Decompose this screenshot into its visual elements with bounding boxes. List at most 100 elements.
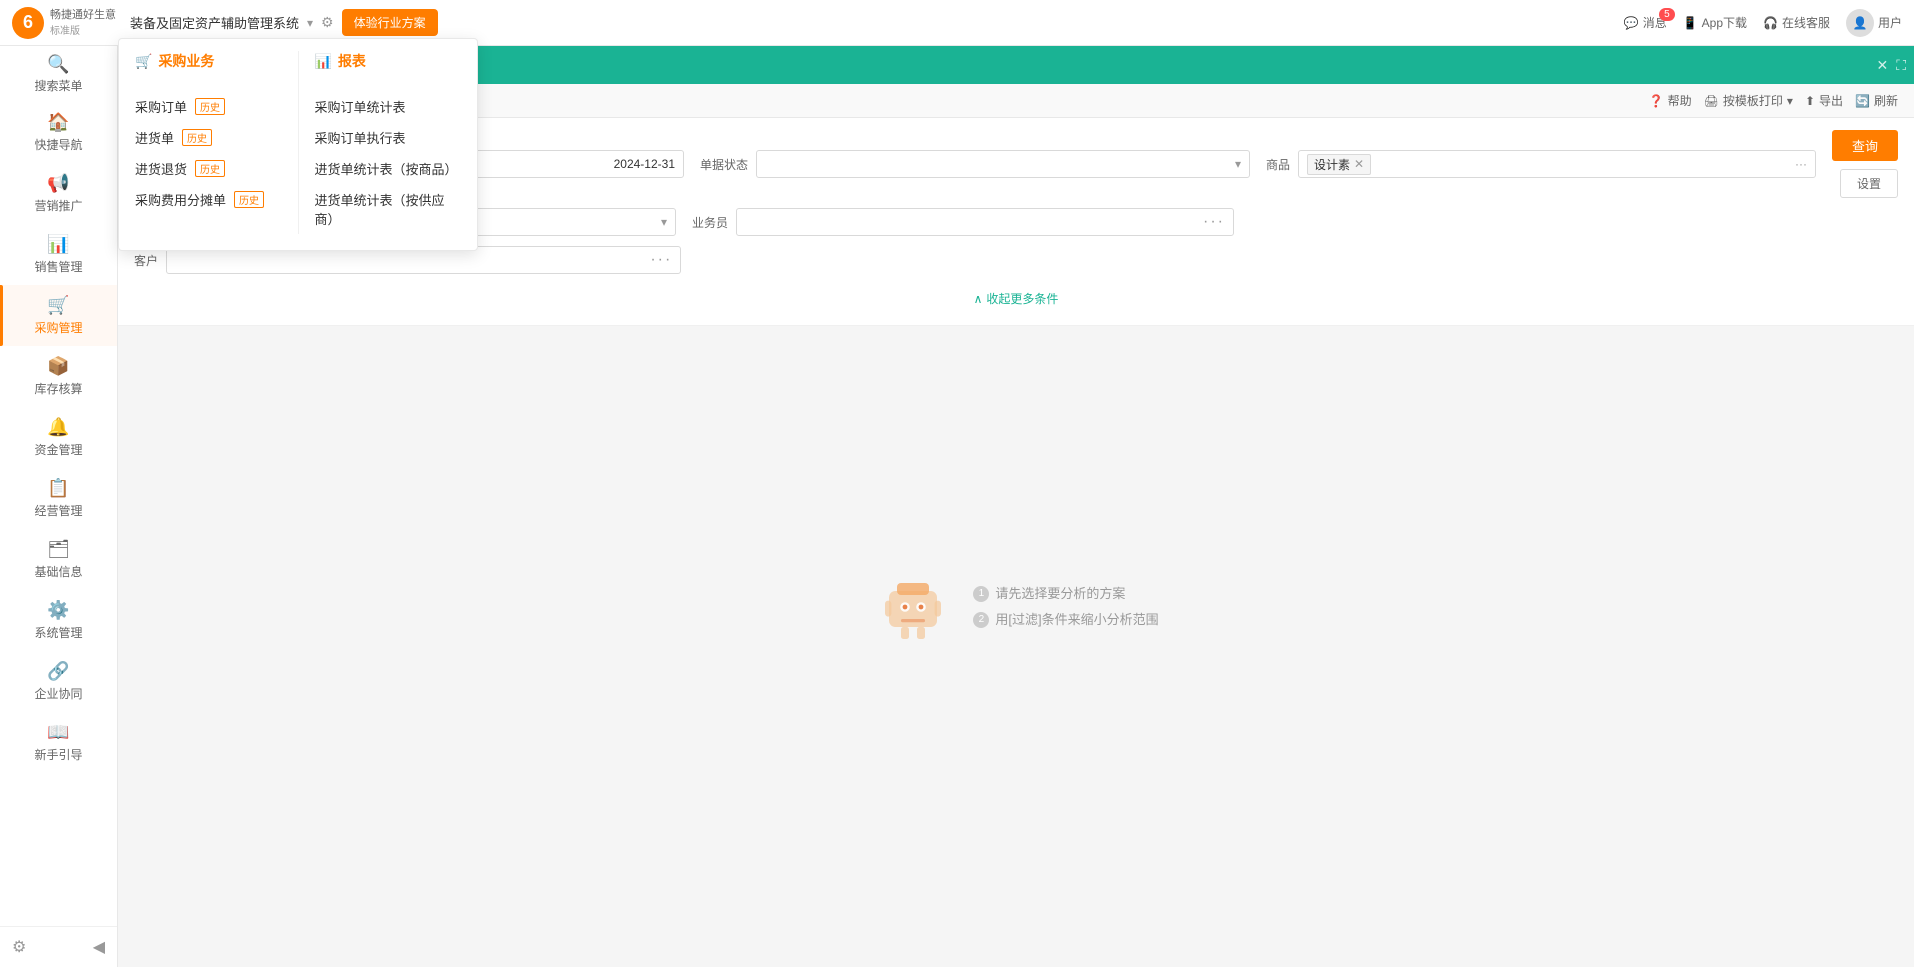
- marketing-icon: 📢: [47, 173, 69, 194]
- dropdown-item-goods-stats-by-supplier[interactable]: 进货单统计表（按供应商）: [315, 184, 462, 234]
- status-dropdown-icon[interactable]: ▾: [1235, 157, 1241, 171]
- set-btn[interactable]: 设置: [1840, 169, 1898, 198]
- report-col: 📊 报表 采购订单统计表 采购订单执行表 进货单统计表（按商品） 进货单统计表（…: [298, 51, 478, 234]
- print-dropdown-icon[interactable]: ▾: [1787, 94, 1793, 108]
- home-icon: 🏠: [47, 112, 69, 133]
- dropdown-item-goods-stats-by-goods[interactable]: 进货单统计表（按商品）: [315, 153, 462, 184]
- industry-btn[interactable]: 体验行业方案: [342, 9, 438, 36]
- hist-badge-purchase-expense[interactable]: 历史: [234, 191, 264, 208]
- user-area[interactable]: 👤 用户: [1846, 9, 1902, 37]
- empty-texts: 1 请先选择要分析的方案 2 用[过滤]条件来缩小分析范围: [973, 581, 1158, 633]
- export-btn[interactable]: ⬆ 导出: [1805, 92, 1843, 109]
- operation-icon: 📋: [47, 478, 69, 499]
- logo-title: 畅捷通好生意: [50, 8, 116, 22]
- online-service-btn[interactable]: 🎧 在线客服: [1763, 14, 1830, 31]
- goods-receipt-label: 进货单: [135, 128, 174, 147]
- sidebar-label-guide: 新手引导: [34, 746, 82, 763]
- logo-subtitle: 标准版: [50, 22, 116, 37]
- goods-tag-text: 设计素: [1314, 156, 1350, 173]
- logo-text-area: 畅捷通好生意 标准版: [50, 8, 116, 37]
- sidebar-label-system: 系统管理: [34, 624, 82, 641]
- refresh-icon: 🔄: [1855, 94, 1870, 108]
- customer-more-dots[interactable]: ···: [650, 251, 672, 269]
- tab-maximize-icon[interactable]: ⛶: [1896, 57, 1906, 74]
- sidebar-settings-icon[interactable]: ⚙: [12, 937, 26, 957]
- collapse-up-icon: ∧: [974, 292, 983, 306]
- collapse-btn[interactable]: ∧ 收起更多条件: [134, 284, 1898, 313]
- sidebar-item-sales[interactable]: 📊 销售管理: [0, 224, 117, 285]
- dropdown-item-purchase-order[interactable]: 采购订单 历史: [135, 91, 282, 122]
- sidebar-label-finance: 资金管理: [34, 441, 82, 458]
- dropdown-item-goods-return[interactable]: 进货退货 历史: [135, 153, 282, 184]
- sidebar-item-operation[interactable]: 📋 经营管理: [0, 468, 117, 529]
- salesman-input[interactable]: ···: [736, 208, 1234, 236]
- purchase-expense-label: 采购费用分摊单: [135, 190, 226, 209]
- logo-icon: 6: [12, 7, 44, 39]
- hist-badge-purchase-order[interactable]: 历史: [195, 98, 225, 115]
- purchase-business-header: 🛒 采购业务: [135, 51, 282, 79]
- goods-input[interactable]: 设计素 ✕ ···: [1298, 150, 1816, 178]
- purchase-order-exec-label: 采购订单执行表: [315, 128, 406, 147]
- settings-icon[interactable]: ⚙: [321, 14, 334, 31]
- sidebar-item-inventory[interactable]: 📦 库存核算: [0, 346, 117, 407]
- user-label: 用户: [1878, 14, 1902, 31]
- dropdown-item-purchase-expense[interactable]: 采购费用分摊单 历史: [135, 184, 282, 215]
- tab-right-icons: ✕ ⛶: [1876, 57, 1906, 74]
- rank-dropdown-icon[interactable]: ▾: [661, 215, 667, 229]
- sidebar-label-quick-nav: 快捷导航: [34, 136, 82, 153]
- sidebar-item-purchase[interactable]: 🛒 采购管理: [0, 285, 117, 346]
- app-download-btn[interactable]: 📱 App下载: [1683, 14, 1747, 31]
- message-btn[interactable]: 💬 消息 5: [1624, 14, 1667, 31]
- print-icon: 🖨: [1704, 94, 1719, 108]
- search-icon: 🔍: [47, 54, 69, 75]
- purchase-business-icon: 🛒: [135, 53, 152, 70]
- goods-more-dots[interactable]: ···: [1795, 157, 1807, 171]
- sidebar-item-guide[interactable]: 📖 新手引导: [0, 712, 117, 773]
- date-value: 2024-12-31: [614, 157, 675, 171]
- query-btn[interactable]: 查询: [1832, 130, 1898, 161]
- sidebar-label-inventory: 库存核算: [34, 380, 82, 397]
- empty-state: 1 请先选择要分析的方案 2 用[过滤]条件来缩小分析范围: [118, 326, 1914, 967]
- sidebar-item-marketing[interactable]: 📢 营销推广: [0, 163, 117, 224]
- purchase-business-title: 采购业务: [158, 51, 214, 71]
- status-label: 单据状态: [700, 156, 748, 173]
- goods-return-label: 进货退货: [135, 159, 187, 178]
- sidebar-collapse-icon[interactable]: ◀: [93, 937, 105, 957]
- report-icon: 📊: [315, 53, 332, 70]
- goods-stats-by-goods-label: 进货单统计表（按商品）: [315, 159, 458, 178]
- sidebar-label-search: 搜索菜单: [34, 77, 82, 94]
- status-input[interactable]: ▾: [756, 150, 1250, 178]
- filter-goods: 商品 设计素 ✕ ···: [1266, 150, 1816, 178]
- print-btn[interactable]: 🖨 按模板打印 ▾: [1704, 92, 1793, 109]
- purchase-business-col: 🛒 采购业务 采购订单 历史 进货单 历史 进货退货 历史 采购费用分摊单 历史: [119, 51, 298, 234]
- help-btn[interactable]: ❓ 帮助: [1649, 92, 1692, 109]
- dropdown-item-purchase-order-exec[interactable]: 采购订单执行表: [315, 122, 462, 153]
- sidebar-bottom: ⚙ ◀: [0, 926, 117, 967]
- system-title: 装备及固定资产辅助管理系统: [130, 13, 299, 32]
- sidebar-item-quick-nav[interactable]: 🏠 快捷导航: [0, 102, 117, 163]
- refresh-btn[interactable]: 🔄 刷新: [1855, 92, 1898, 109]
- filter-status: 单据状态 ▾: [700, 150, 1250, 178]
- filter-salesman: 业务员 ···: [692, 208, 1234, 236]
- salesman-more-dots[interactable]: ···: [1203, 213, 1225, 231]
- sidebar-label-purchase: 采购管理: [34, 319, 82, 336]
- user-avatar: 👤: [1846, 9, 1874, 37]
- sidebar-item-enterprise[interactable]: 🔗 企业协同: [0, 651, 117, 712]
- sidebar-item-system[interactable]: ⚙️ 系统管理: [0, 590, 117, 651]
- title-dropdown-arrow[interactable]: ▾: [307, 16, 313, 30]
- sidebar-item-search[interactable]: 🔍 搜索菜单: [0, 46, 117, 102]
- hist-badge-goods-receipt[interactable]: 历史: [182, 129, 212, 146]
- phone-icon: 📱: [1683, 16, 1698, 30]
- dropdown-item-goods-receipt[interactable]: 进货单 历史: [135, 122, 282, 153]
- online-service-label: 在线客服: [1782, 14, 1830, 31]
- goods-tag-close[interactable]: ✕: [1354, 157, 1364, 171]
- dropdown-item-purchase-order-stats[interactable]: 采购订单统计表: [315, 91, 462, 122]
- purchase-order-stats-label: 采购订单统计表: [315, 97, 406, 116]
- hist-badge-goods-return[interactable]: 历史: [195, 160, 225, 177]
- tab-close-window-icon[interactable]: ✕: [1876, 57, 1888, 74]
- sidebar-item-basic-info[interactable]: 🗂 基础信息: [0, 529, 117, 590]
- empty-illustration: [873, 567, 953, 647]
- goods-label: 商品: [1266, 156, 1290, 173]
- sidebar-item-finance[interactable]: 🔔 资金管理: [0, 407, 117, 468]
- step-num-2: 2: [973, 612, 989, 628]
